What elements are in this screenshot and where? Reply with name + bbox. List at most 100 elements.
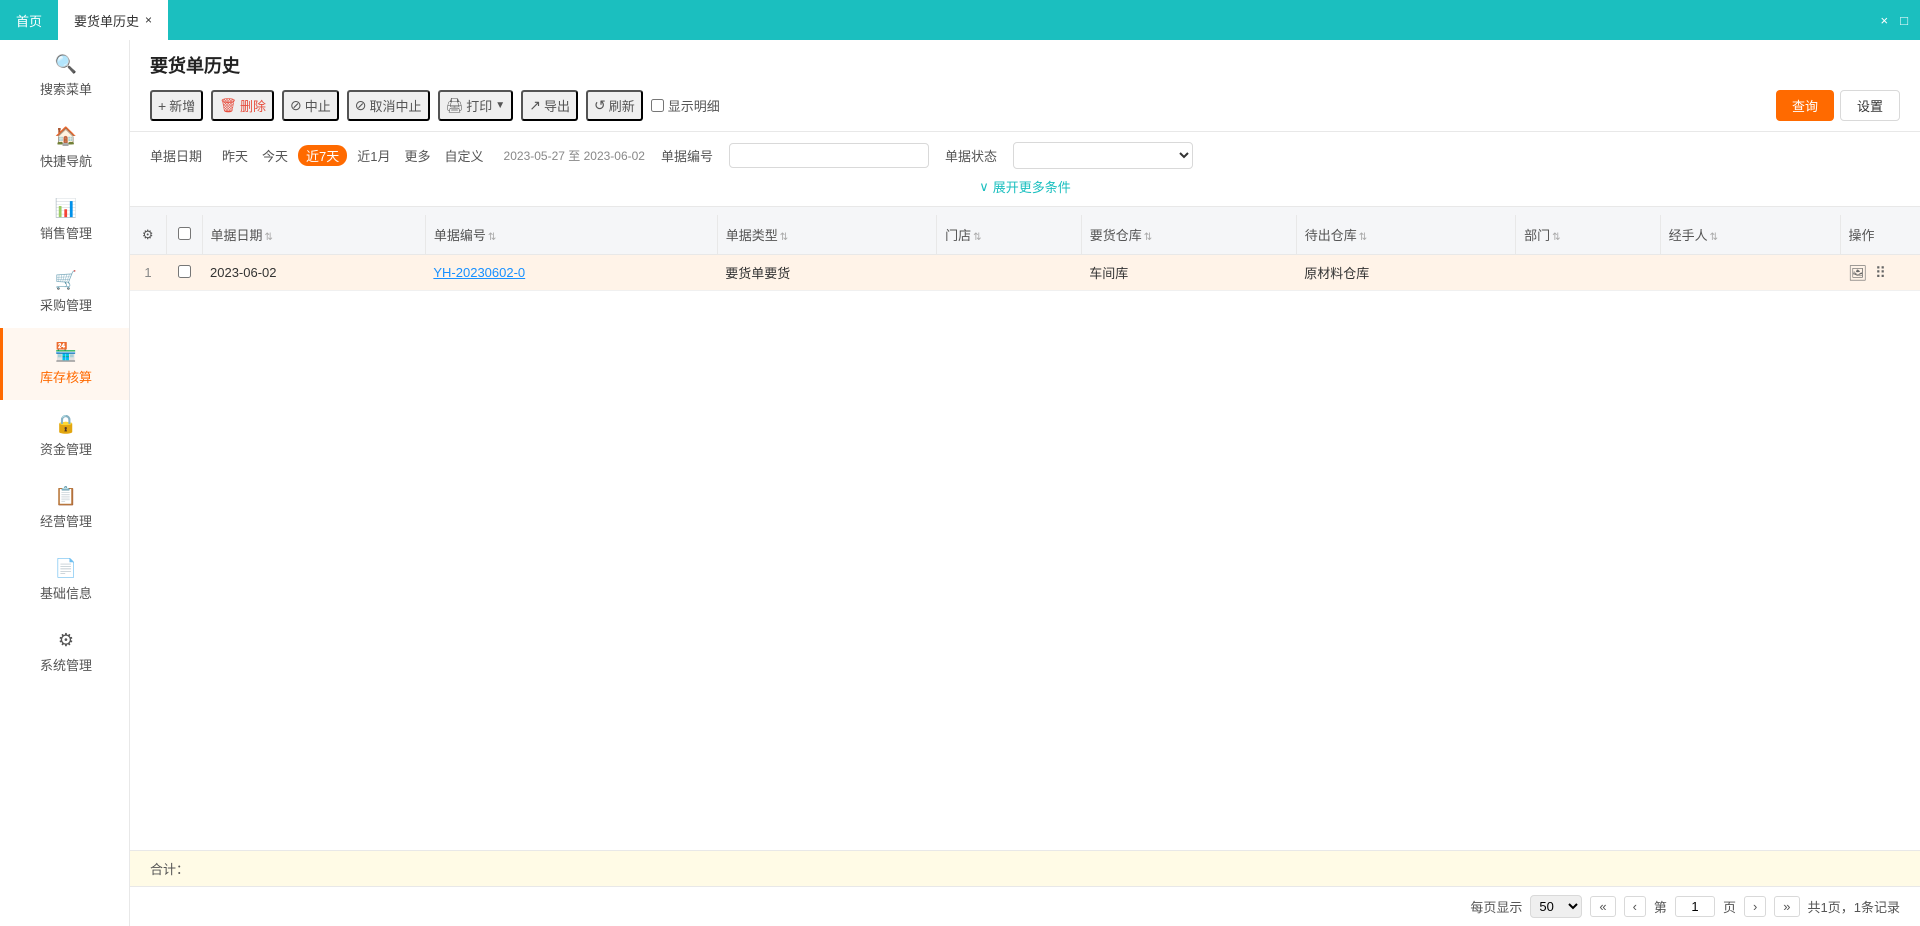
tab-home[interactable]: 首页 (0, 0, 58, 40)
stop-label: 中止 (305, 96, 331, 115)
sidebar-item-inventory-label: 库存核算 (40, 367, 92, 386)
sort-dept-icon[interactable]: ⇅ (1552, 232, 1560, 243)
cancel-stop-button[interactable]: ⊘ 取消中止 (347, 90, 430, 121)
new-button[interactable]: + 新增 (150, 90, 203, 121)
search-icon: 🔍 (55, 54, 77, 75)
first-page-button[interactable]: « (1590, 896, 1615, 917)
delete-icon: 🗑 (219, 97, 237, 114)
base-info-icon: 📄 (55, 558, 77, 579)
row-number-link[interactable]: YH-20230602-0 (433, 265, 525, 280)
finance-icon: 🔒 (55, 414, 77, 435)
doc-status-select[interactable] (1013, 142, 1193, 169)
date-option-last1m[interactable]: 近1月 (353, 145, 394, 166)
pagination-bar: 每页显示 20 50 100 « ‹ 第 页 › » 共1页，1条记录 (130, 886, 1920, 926)
row-store (937, 255, 1082, 291)
sidebar-item-inventory[interactable]: 🏪 库存核算 (0, 328, 129, 400)
sidebar-item-search-menu[interactable]: 🔍 搜索菜单 (0, 40, 129, 112)
row-action: 🖼 ⠿ (1840, 255, 1920, 291)
date-option-yesterday[interactable]: 昨天 (218, 145, 252, 166)
row-type: 要货单要货 (717, 255, 936, 291)
close-tab-icon[interactable]: × (145, 13, 152, 27)
top-bar: 首页 要货单历史 × × □ (0, 0, 1920, 40)
sidebar-item-finance-mgmt[interactable]: 🔒 资金管理 (0, 400, 129, 472)
col-action: 操作 (1840, 215, 1920, 255)
sidebar-item-ops-mgmt[interactable]: 📋 经营管理 (0, 472, 129, 544)
sidebar-item-sales-mgmt-label: 销售管理 (40, 223, 92, 242)
row-checkbox[interactable] (178, 265, 191, 278)
table-header: ⚙ 单据日期⇅ 单据编号⇅ 单据类型⇅ (130, 215, 1920, 255)
prev-page-button[interactable]: ‹ (1624, 896, 1646, 917)
tab-requisition-history-label: 要货单历史 (74, 11, 139, 30)
sidebar: 🔍 搜索菜单 🏠 快捷导航 📊 销售管理 🛒 采购管理 🏪 库存核算 🔒 资金管… (0, 40, 130, 926)
sidebar-item-quick-nav[interactable]: 🏠 快捷导航 (0, 112, 129, 184)
col-dept: 部门⇅ (1516, 215, 1661, 255)
print-dropdown-icon[interactable]: ▼ (495, 100, 505, 111)
print-button[interactable]: 🖨 打印 ▼ (438, 90, 514, 121)
display-detail-label: 显示明细 (668, 96, 720, 115)
settings-icon[interactable]: ⚙ (142, 227, 154, 242)
sort-handler-icon[interactable]: ⇅ (1710, 232, 1718, 243)
sort-number-icon[interactable]: ⇅ (488, 232, 496, 243)
expand-more-btn[interactable]: ∨ 展开更多条件 (979, 177, 1071, 196)
query-button[interactable]: 查询 (1776, 90, 1834, 121)
sort-type-icon[interactable]: ⇅ (780, 232, 788, 243)
delete-button[interactable]: 🗑 删除 (211, 90, 274, 121)
sort-pending-warehouse-icon[interactable]: ⇅ (1359, 232, 1367, 243)
stop-button[interactable]: ⊘ 中止 (282, 90, 339, 121)
date-option-last7[interactable]: 近7天 (298, 145, 347, 166)
per-page-label: 每页显示 (1470, 897, 1522, 916)
page-input[interactable] (1675, 896, 1715, 917)
window-maximize-icon[interactable]: □ (1900, 13, 1908, 28)
next-page-button[interactable]: › (1744, 896, 1766, 917)
cancel-stop-icon: ⊘ (355, 97, 367, 114)
date-option-custom[interactable]: 自定义 (441, 145, 488, 166)
row-more-icon[interactable]: ⠿ (1875, 264, 1886, 282)
sidebar-item-ops-mgmt-label: 经营管理 (40, 511, 92, 530)
export-button[interactable]: ↗ 导出 (521, 90, 578, 121)
col-date: 单据日期⇅ (202, 215, 425, 255)
setting-button[interactable]: 设置 (1840, 90, 1900, 121)
date-option-today[interactable]: 今天 (258, 145, 292, 166)
window-controls: × □ (1881, 13, 1920, 28)
tab-requisition-history[interactable]: 要货单历史 × (58, 0, 168, 40)
purchase-icon: 🛒 (55, 270, 77, 291)
chevron-down-icon: ∨ (979, 179, 989, 195)
tab-list: 首页 要货单历史 × (0, 0, 168, 40)
date-filter-label: 单据日期 (150, 146, 202, 165)
sys-icon: ⚙ (58, 630, 74, 651)
sidebar-item-base-info[interactable]: 📄 基础信息 (0, 544, 129, 616)
row-view-icon[interactable]: 🖼 (1848, 264, 1867, 282)
display-detail-checkbox-label[interactable]: 显示明细 (651, 96, 720, 115)
row-number: YH-20230602-0 (425, 255, 717, 291)
sidebar-item-sales-mgmt[interactable]: 📊 销售管理 (0, 184, 129, 256)
page-size-select[interactable]: 20 50 100 (1530, 895, 1582, 918)
select-all-checkbox[interactable] (178, 227, 191, 240)
inventory-icon: 🏪 (55, 342, 77, 363)
col-req-warehouse: 要货仓库⇅ (1081, 215, 1296, 255)
sort-date-icon[interactable]: ⇅ (265, 232, 273, 243)
sidebar-item-sys-mgmt[interactable]: ⚙ 系统管理 (0, 616, 129, 688)
col-settings[interactable]: ⚙ (130, 215, 166, 255)
last-page-button[interactable]: » (1774, 896, 1799, 917)
window-close-icon[interactable]: × (1881, 13, 1889, 28)
table-row: 1 2023-06-02 YH-20230602-0 要货单要货 车间库 原材料… (130, 255, 1920, 291)
new-label: 新增 (169, 96, 195, 115)
sort-req-warehouse-icon[interactable]: ⇅ (1144, 232, 1152, 243)
col-checkbox (166, 215, 202, 255)
doc-number-input[interactable] (729, 143, 929, 168)
ops-icon: 📋 (55, 486, 77, 507)
main-layout: 🔍 搜索菜单 🏠 快捷导航 📊 销售管理 🛒 采购管理 🏪 库存核算 🔒 资金管… (0, 40, 1920, 926)
date-option-more[interactable]: 更多 (401, 145, 435, 166)
page-title: 要货单历史 (150, 52, 1900, 78)
display-detail-checkbox[interactable] (651, 99, 664, 112)
table-body: 1 2023-06-02 YH-20230602-0 要货单要货 车间库 原材料… (130, 255, 1920, 291)
sort-store-icon[interactable]: ⇅ (973, 232, 981, 243)
total-label: 合计： (150, 862, 189, 877)
sidebar-item-purchase-mgmt[interactable]: 🛒 采购管理 (0, 256, 129, 328)
col-store: 门店⇅ (937, 215, 1082, 255)
sidebar-item-quick-nav-label: 快捷导航 (40, 151, 92, 170)
refresh-button[interactable]: ↺ 刷新 (586, 90, 643, 121)
toolbar-right: 查询 设置 (1776, 90, 1900, 121)
delete-label: 删除 (240, 96, 266, 115)
page-label: 第 (1654, 897, 1667, 916)
